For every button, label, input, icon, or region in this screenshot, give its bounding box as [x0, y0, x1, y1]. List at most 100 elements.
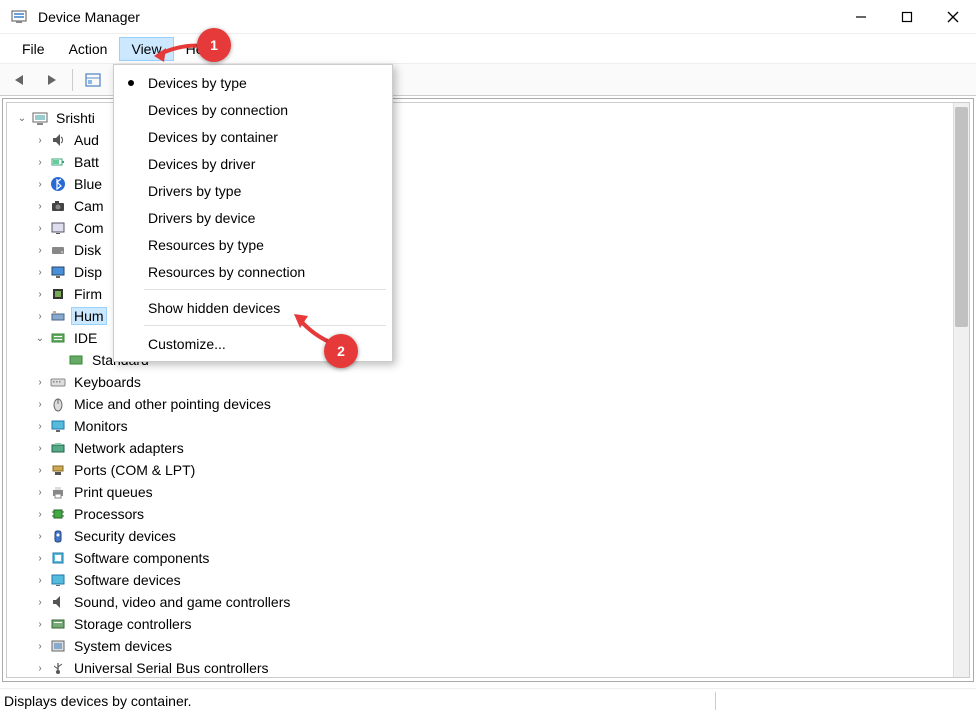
tree-item[interactable]: ›Network adapters	[33, 437, 969, 459]
close-button[interactable]	[930, 0, 976, 34]
tree-item[interactable]: ›Software devices	[33, 569, 969, 591]
vertical-scrollbar[interactable]	[953, 103, 969, 677]
tree-item[interactable]: ›Storage controllers	[33, 613, 969, 635]
tree-item[interactable]: ›Keyboards	[33, 371, 969, 393]
dd-devices-by-type[interactable]: Devices by type	[114, 69, 392, 96]
expand-icon[interactable]: ›	[33, 311, 47, 322]
expand-icon[interactable]: ›	[33, 531, 47, 542]
tree-item[interactable]: ›Universal Serial Bus controllers	[33, 657, 969, 678]
expand-icon[interactable]: ›	[33, 289, 47, 300]
scrollbar-thumb[interactable]	[955, 107, 968, 327]
bluetooth-icon	[49, 175, 67, 193]
expand-icon[interactable]: ›	[33, 553, 47, 564]
toolbar-separator	[72, 69, 73, 91]
dd-show-hidden[interactable]: Show hidden devices	[114, 294, 392, 321]
mouse-icon	[49, 395, 67, 413]
sound-icon	[49, 593, 67, 611]
expand-icon[interactable]: ›	[33, 135, 47, 146]
expand-icon[interactable]: ›	[33, 575, 47, 586]
tree-item[interactable]: ›Monitors	[33, 415, 969, 437]
collapse-icon[interactable]: ⌄	[15, 113, 29, 124]
menu-file[interactable]: File	[10, 37, 57, 61]
view-dropdown: Devices by type Devices by connection De…	[113, 64, 393, 362]
expand-icon[interactable]: ›	[33, 201, 47, 212]
audio-icon	[49, 131, 67, 149]
expand-icon[interactable]: ›	[33, 399, 47, 410]
system-icon	[49, 637, 67, 655]
expand-icon[interactable]: ›	[33, 597, 47, 608]
monitor-icon	[49, 417, 67, 435]
window-controls	[838, 0, 976, 34]
tree-item[interactable]: ›Software components	[33, 547, 969, 569]
battery-icon	[49, 153, 67, 171]
tree-item[interactable]: ›Processors	[33, 503, 969, 525]
network-icon	[49, 439, 67, 457]
maximize-button[interactable]	[884, 0, 930, 34]
app-icon	[10, 8, 28, 26]
dd-resources-by-connection[interactable]: Resources by connection	[114, 258, 392, 285]
menu-action[interactable]: Action	[57, 37, 120, 61]
camera-icon	[49, 197, 67, 215]
tree-item[interactable]: ›Sound, video and game controllers	[33, 591, 969, 613]
disk-icon	[49, 241, 67, 259]
usb-icon	[49, 659, 67, 677]
expand-icon[interactable]: ›	[33, 245, 47, 256]
expand-icon[interactable]: ›	[33, 641, 47, 652]
security-icon	[49, 527, 67, 545]
dropdown-separator	[144, 325, 386, 326]
dd-drivers-by-type[interactable]: Drivers by type	[114, 177, 392, 204]
collapse-icon[interactable]: ⌄	[33, 333, 47, 344]
menubar: File Action View Help	[0, 34, 976, 64]
ide-icon	[49, 329, 67, 347]
expand-icon[interactable]: ›	[33, 509, 47, 520]
keyboard-icon	[49, 373, 67, 391]
expand-icon[interactable]: ›	[33, 443, 47, 454]
expand-icon[interactable]: ›	[33, 267, 47, 278]
tree-item[interactable]: ›System devices	[33, 635, 969, 657]
expand-icon[interactable]: ›	[33, 663, 47, 674]
statusbar: Displays devices by container.	[0, 688, 976, 712]
dd-drivers-by-device[interactable]: Drivers by device	[114, 204, 392, 231]
statusbar-separator	[715, 692, 716, 710]
firmware-icon	[49, 285, 67, 303]
display-icon	[49, 263, 67, 281]
back-button[interactable]	[6, 67, 34, 93]
expand-icon[interactable]: ›	[33, 619, 47, 630]
expand-icon[interactable]: ›	[33, 179, 47, 190]
software-devices-icon	[49, 571, 67, 589]
controller-icon	[67, 351, 85, 369]
callout-badge-1: 1	[197, 28, 231, 62]
printer-icon	[49, 483, 67, 501]
processor-icon	[49, 505, 67, 523]
statusbar-text: Displays devices by container.	[4, 693, 192, 709]
properties-button[interactable]	[79, 67, 107, 93]
window-title: Device Manager	[38, 9, 140, 25]
hid-icon	[49, 307, 67, 325]
tree-item[interactable]: ›Ports (COM & LPT)	[33, 459, 969, 481]
dd-devices-by-container[interactable]: Devices by container	[114, 123, 392, 150]
bullet-icon	[128, 80, 134, 86]
expand-icon[interactable]: ›	[33, 377, 47, 388]
titlebar: Device Manager	[0, 0, 976, 34]
software-components-icon	[49, 549, 67, 567]
dd-devices-by-driver[interactable]: Devices by driver	[114, 150, 392, 177]
storage-icon	[49, 615, 67, 633]
computer-icon	[31, 109, 49, 127]
dd-resources-by-type[interactable]: Resources by type	[114, 231, 392, 258]
minimize-button[interactable]	[838, 0, 884, 34]
expand-icon[interactable]: ›	[33, 487, 47, 498]
expand-icon[interactable]: ›	[33, 465, 47, 476]
tree-item[interactable]: ›Security devices	[33, 525, 969, 547]
tree-item[interactable]: ›Print queues	[33, 481, 969, 503]
dd-devices-by-connection[interactable]: Devices by connection	[114, 96, 392, 123]
expand-icon[interactable]: ›	[33, 157, 47, 168]
expand-icon[interactable]: ›	[33, 421, 47, 432]
expand-icon[interactable]: ›	[33, 223, 47, 234]
callout-badge-2: 2	[324, 334, 358, 368]
tree-root-label: Srishti	[53, 110, 98, 126]
dropdown-separator	[144, 289, 386, 290]
forward-button[interactable]	[38, 67, 66, 93]
computer-icon	[49, 219, 67, 237]
ports-icon	[49, 461, 67, 479]
tree-item[interactable]: ›Mice and other pointing devices	[33, 393, 969, 415]
